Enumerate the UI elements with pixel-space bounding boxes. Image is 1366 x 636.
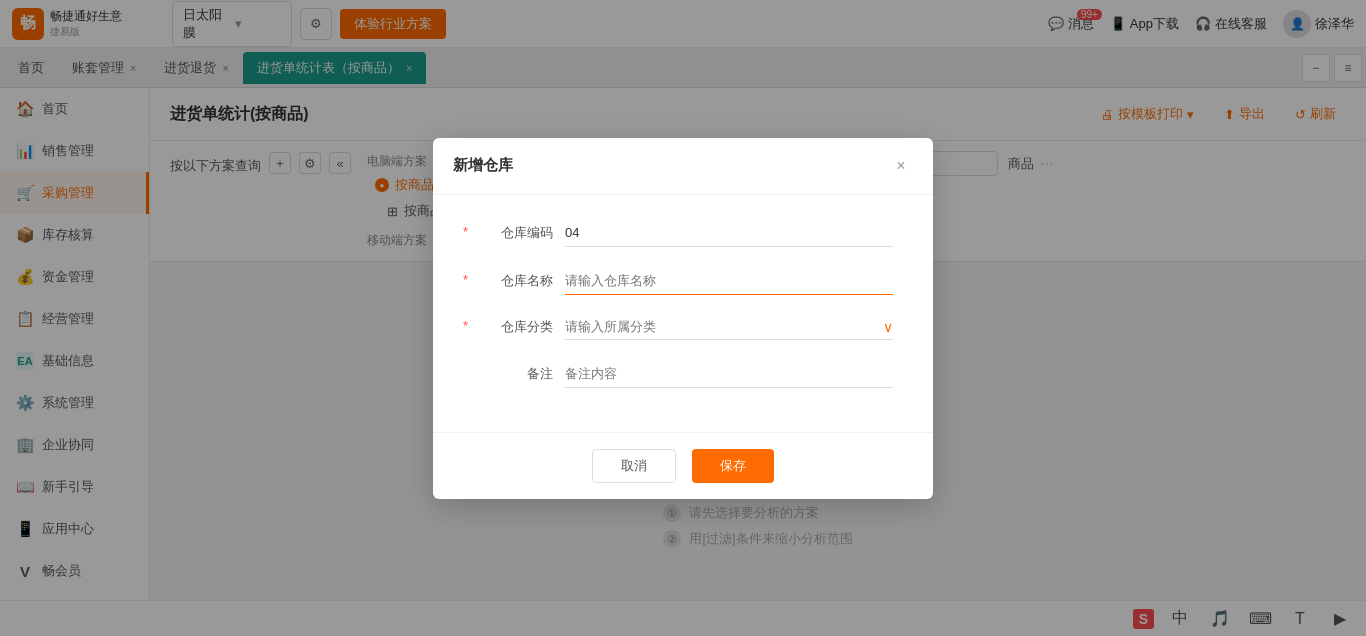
form-row-category: 仓库分类 ∨ <box>473 315 893 340</box>
name-label: 仓库名称 <box>473 272 553 290</box>
modal-overlay: 新增仓库 × 仓库编码 仓库名称 仓库分类 ∨ <box>0 0 1366 636</box>
note-input[interactable] <box>565 360 893 388</box>
modal-footer: 取消 保存 <box>433 432 933 499</box>
modal-close-button[interactable]: × <box>889 154 913 178</box>
add-warehouse-modal: 新增仓库 × 仓库编码 仓库名称 仓库分类 ∨ <box>433 138 933 499</box>
modal-title: 新增仓库 <box>453 156 513 175</box>
category-label: 仓库分类 <box>473 318 553 336</box>
chevron-down-icon: ∨ <box>883 319 893 335</box>
form-row-code: 仓库编码 <box>473 219 893 247</box>
cancel-button[interactable]: 取消 <box>592 449 676 483</box>
category-input[interactable] <box>565 319 883 334</box>
note-label: 备注 <box>473 365 553 383</box>
code-label: 仓库编码 <box>473 224 553 242</box>
form-row-note: 备注 <box>473 360 893 388</box>
name-input[interactable] <box>565 267 893 295</box>
form-row-name: 仓库名称 <box>473 267 893 295</box>
code-input[interactable] <box>565 219 893 247</box>
modal-body: 仓库编码 仓库名称 仓库分类 ∨ 备注 <box>433 195 933 432</box>
save-button[interactable]: 保存 <box>692 449 774 483</box>
modal-header: 新增仓库 × <box>433 138 933 195</box>
category-select-wrapper[interactable]: ∨ <box>565 315 893 340</box>
